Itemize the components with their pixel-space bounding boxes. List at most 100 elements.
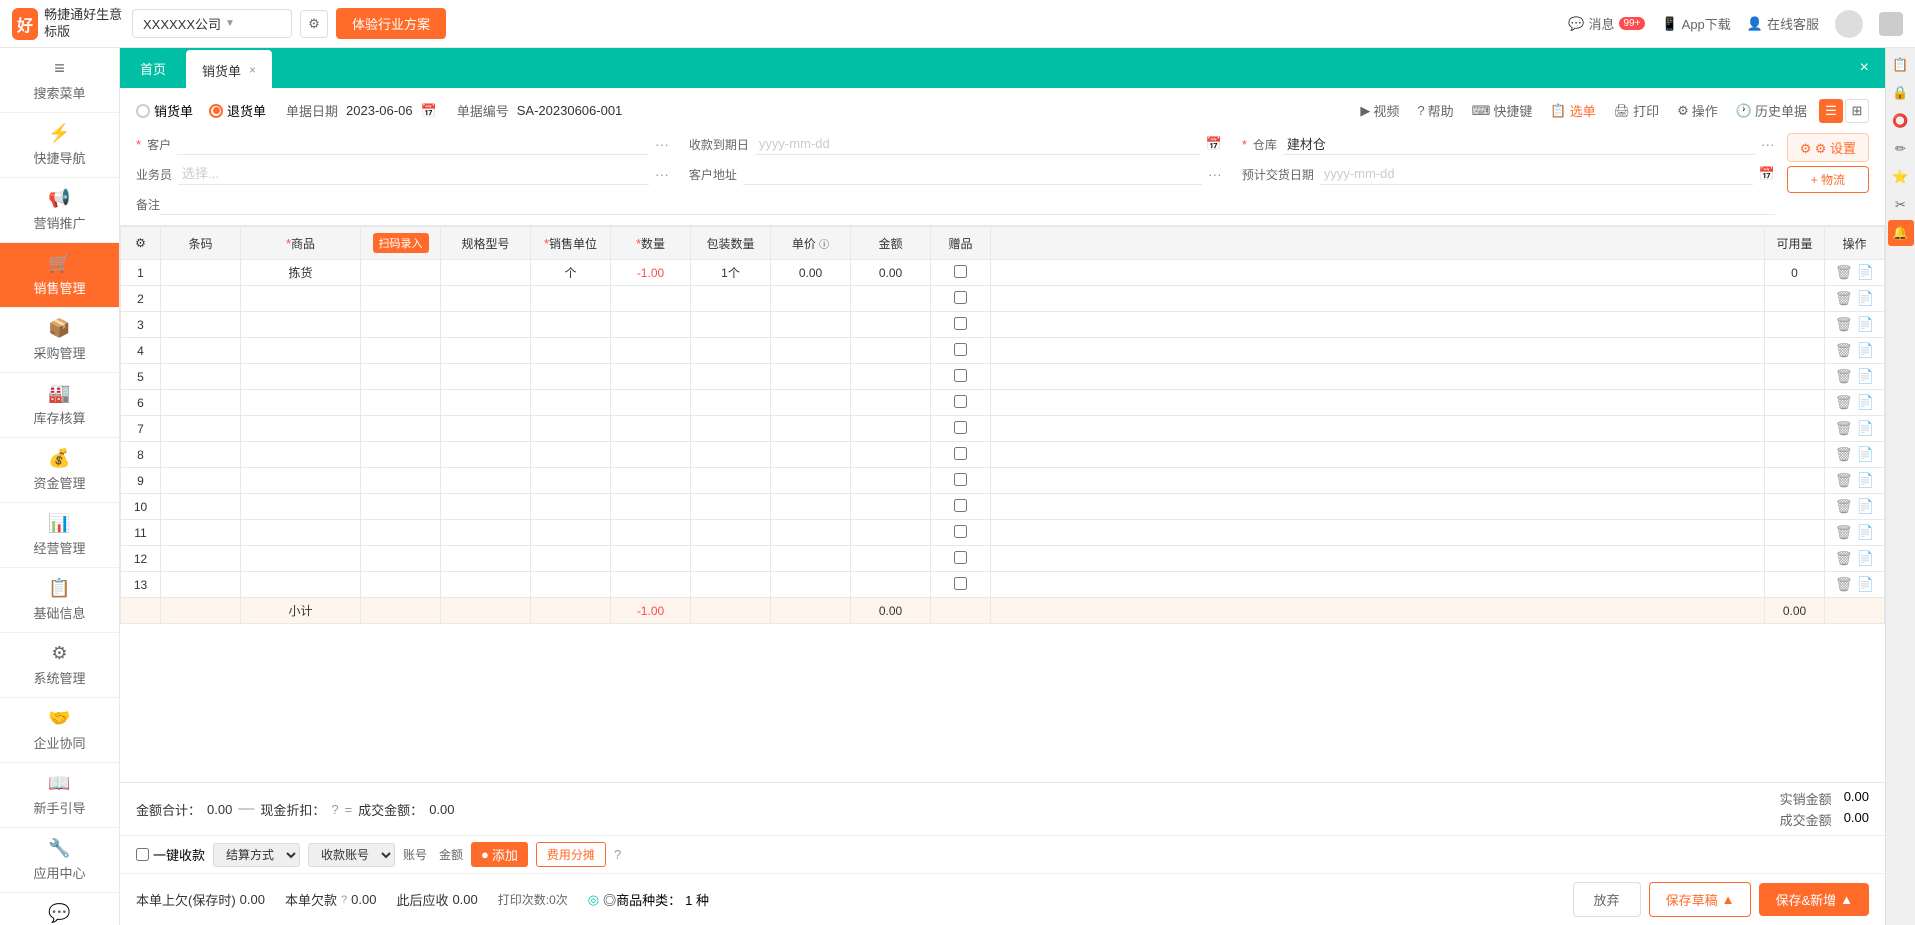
sidebar-item-system[interactable]: ⚙ 系统管理: [0, 633, 119, 698]
cell-barcode-3[interactable]: [161, 338, 241, 364]
rf-btn-6[interactable]: ✂: [1888, 192, 1914, 218]
list-view-btn[interactable]: ☰: [1819, 99, 1843, 123]
sidebar-item-guide[interactable]: 📖 新手引导: [0, 763, 119, 828]
sidebar-item-inventory[interactable]: 🏭 库存核算: [0, 373, 119, 438]
message-btn[interactable]: 💬 消息 99+: [1568, 14, 1645, 33]
cell-spec-3[interactable]: [441, 338, 531, 364]
delete-icon-1[interactable]: 🗑: [1835, 290, 1853, 307]
cell-amount-4[interactable]: [851, 364, 931, 390]
date-picker-icon[interactable]: 📅: [421, 103, 437, 119]
online-service-btn[interactable]: 👤 在线客服: [1747, 14, 1819, 33]
rf-btn-7[interactable]: 🔔: [1888, 220, 1914, 246]
cell-unit-5[interactable]: [531, 390, 611, 416]
cell-qty-6[interactable]: [611, 416, 691, 442]
expected-date-input[interactable]: [1320, 163, 1753, 185]
cost-split-btn[interactable]: 费用分摊: [536, 842, 606, 867]
cell-unit-1[interactable]: [531, 286, 611, 312]
app-download-btn[interactable]: 📱 App下载: [1661, 14, 1730, 33]
cell-pkgqty-3[interactable]: [691, 338, 771, 364]
cell-pkgqty-1[interactable]: [691, 286, 771, 312]
delete-icon-10[interactable]: 🗑: [1835, 524, 1853, 541]
cell-price-3[interactable]: [771, 338, 851, 364]
one-click-pay-checkbox[interactable]: [136, 848, 149, 861]
cell-gift-2[interactable]: [931, 312, 991, 338]
logistics-button[interactable]: + 物流: [1787, 166, 1869, 193]
cell-notes-2[interactable]: [991, 312, 1765, 338]
cell-amount-7[interactable]: [851, 442, 931, 468]
cell-notes-12[interactable]: [991, 572, 1765, 598]
cell-unit-10[interactable]: [531, 520, 611, 546]
delete-icon-9[interactable]: 🗑: [1835, 498, 1853, 515]
delete-icon-7[interactable]: 🗑: [1835, 446, 1853, 463]
cell-price-2[interactable]: [771, 312, 851, 338]
cell-qty-2[interactable]: [611, 312, 691, 338]
cell-barcode-11[interactable]: [161, 546, 241, 572]
cell-qty-0[interactable]: -1.00: [611, 260, 691, 286]
cell-notes-1[interactable]: [991, 286, 1765, 312]
cell-spec-4[interactable]: [441, 364, 531, 390]
video-btn[interactable]: ▶ 视频: [1354, 98, 1405, 123]
cell-qty-1[interactable]: [611, 286, 691, 312]
cell-qty-12[interactable]: [611, 572, 691, 598]
cell-qty-8[interactable]: [611, 468, 691, 494]
cell-spec-9[interactable]: [441, 494, 531, 520]
cell-unit-0[interactable]: 个: [531, 260, 611, 286]
salesperson-more-btn[interactable]: ···: [655, 166, 669, 182]
cell-spec-11[interactable]: [441, 546, 531, 572]
print-btn[interactable]: 🖨 打印: [1608, 98, 1666, 123]
save-draft-btn[interactable]: 保存草稿 ▲: [1649, 882, 1752, 917]
cell-amount-11[interactable]: [851, 546, 931, 572]
warehouse-input[interactable]: [1283, 133, 1755, 155]
cost-help-icon[interactable]: ?: [614, 847, 621, 862]
cell-spec-1[interactable]: [441, 286, 531, 312]
cell-barcode-8[interactable]: [161, 468, 241, 494]
cell-amount-10[interactable]: [851, 520, 931, 546]
cell-gift-7[interactable]: [931, 442, 991, 468]
tab-close-icon[interactable]: ×: [249, 63, 256, 77]
sidebar-item-apps[interactable]: 🔧 应用中心: [0, 828, 119, 893]
tab-home[interactable]: 首页: [120, 48, 186, 88]
cell-spec-7[interactable]: [441, 442, 531, 468]
cell-notes-7[interactable]: [991, 442, 1765, 468]
copy-icon-10[interactable]: 📄: [1857, 524, 1874, 541]
sidebar-item-sales[interactable]: 🛒 销售管理: [0, 243, 119, 308]
sidebar-item-basics[interactable]: 📋 基础信息: [0, 568, 119, 633]
cell-barcode-6[interactable]: [161, 416, 241, 442]
sidebar-item-search[interactable]: ≡ 搜索菜单: [0, 48, 119, 113]
cell-gift-0[interactable]: [931, 260, 991, 286]
copy-icon-0[interactable]: 📄: [1857, 264, 1874, 281]
cell-unit-6[interactable]: [531, 416, 611, 442]
cell-spec-5[interactable]: [441, 390, 531, 416]
cell-notes-4[interactable]: [991, 364, 1765, 390]
cell-product-8[interactable]: [241, 468, 361, 494]
cell-notes-5[interactable]: [991, 390, 1765, 416]
cell-price-7[interactable]: [771, 442, 851, 468]
payment-date-cal-icon[interactable]: 📅: [1206, 136, 1222, 152]
rf-btn-1[interactable]: 📋: [1888, 52, 1914, 78]
cell-notes-3[interactable]: [991, 338, 1765, 364]
tab-sale-order[interactable]: 销货单 ×: [186, 50, 272, 90]
scan-btn[interactable]: 扫码录入: [373, 233, 429, 253]
delete-icon-0[interactable]: 🗑: [1835, 264, 1853, 281]
cell-barcode-5[interactable]: [161, 390, 241, 416]
cell-gift-8[interactable]: [931, 468, 991, 494]
cell-gift-10[interactable]: [931, 520, 991, 546]
radio-return[interactable]: 退货单: [209, 101, 266, 120]
cell-gift-6[interactable]: [931, 416, 991, 442]
cell-barcode-12[interactable]: [161, 572, 241, 598]
copy-icon-11[interactable]: 📄: [1857, 550, 1874, 567]
copy-icon-12[interactable]: 📄: [1857, 576, 1874, 593]
cell-barcode-1[interactable]: [161, 286, 241, 312]
cell-product-5[interactable]: [241, 390, 361, 416]
add-payment-btn[interactable]: ● 添加: [471, 842, 528, 867]
cell-pkgqty-6[interactable]: [691, 416, 771, 442]
copy-icon-2[interactable]: 📄: [1857, 316, 1874, 333]
grid-view-btn[interactable]: ⊞: [1845, 99, 1869, 123]
delete-icon-5[interactable]: 🗑: [1835, 394, 1853, 411]
cell-product-10[interactable]: [241, 520, 361, 546]
select-order-btn[interactable]: 📋 选单: [1544, 98, 1601, 123]
th-scan[interactable]: 扫码录入: [361, 227, 441, 260]
abandon-btn[interactable]: 放弃: [1573, 882, 1641, 917]
global-settings-button[interactable]: ⚙: [300, 10, 328, 38]
cell-pkgqty-9[interactable]: [691, 494, 771, 520]
